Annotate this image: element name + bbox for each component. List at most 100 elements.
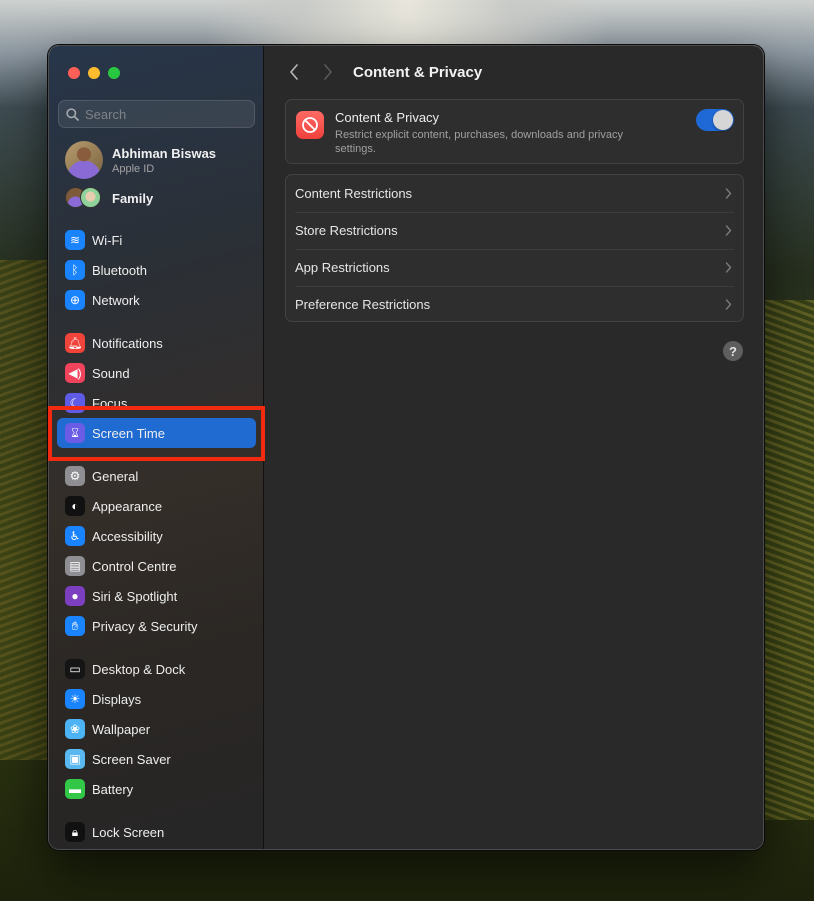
- sidebar-item-appearance[interactable]: ◐ Appearance: [57, 491, 256, 521]
- sidebar-item-label: Battery: [92, 781, 134, 797]
- sidebar-item-wi-fi[interactable]: ≋ Wi-Fi: [57, 225, 256, 255]
- chevron-right-icon: [324, 64, 332, 80]
- sidebar-item-screen-time[interactable]: ⌛︎ Screen Time: [57, 418, 256, 448]
- search-field[interactable]: [58, 100, 255, 128]
- sidebar-item-label: Focus: [92, 395, 128, 411]
- bluetooth-icon: ᛒ: [65, 260, 85, 280]
- sidebar-item-label: Screen Saver: [92, 751, 171, 767]
- gear-icon: ⚙: [65, 466, 85, 486]
- sidebar-item-label: Siri & Spotlight: [92, 588, 178, 604]
- accessibility-icon: ♿︎: [65, 526, 85, 546]
- toggle-knob: [713, 110, 733, 130]
- minimize-window-button[interactable]: [88, 67, 100, 79]
- row-label: Content Restrictions: [295, 186, 413, 201]
- bell-icon: 🔔︎: [65, 333, 85, 353]
- content-privacy-card: Content & Privacy Restrict explicit cont…: [285, 99, 744, 164]
- flower-icon: ❀: [65, 719, 85, 739]
- chevron-right-icon: [725, 225, 732, 236]
- row-label: App Restrictions: [295, 260, 390, 275]
- sidebar-item-label: Desktop & Dock: [92, 661, 186, 677]
- siri-icon: ●: [65, 586, 85, 606]
- sun-icon: ☀︎: [65, 689, 85, 709]
- sidebar-item-desktop-dock[interactable]: ▭ Desktop & Dock: [57, 654, 256, 684]
- main-pane: Content & Privacy Content & Privacy Rest…: [264, 46, 763, 849]
- sidebar-item-control-centre[interactable]: ▤ Control Centre: [57, 551, 256, 581]
- family-avatars: [65, 187, 103, 209]
- sidebar-item-accessibility[interactable]: ♿︎ Accessibility: [57, 521, 256, 551]
- sidebar-item-wallpaper[interactable]: ❀ Wallpaper: [57, 714, 256, 744]
- chevron-left-icon: [290, 64, 298, 80]
- restrictions-list: Content Restrictions Store Restrictions Ap…: [285, 174, 744, 322]
- sidebar-item-label: Privacy & Security: [92, 618, 198, 634]
- zoom-window-button[interactable]: [108, 67, 120, 79]
- sidebar-item-battery[interactable]: ▬ Battery: [57, 774, 256, 804]
- moon-icon: ☾: [65, 393, 85, 413]
- sidebar-item-label: Network: [92, 292, 140, 308]
- sidebar-item-notifications[interactable]: 🔔︎ Notifications: [57, 328, 256, 358]
- sidebar-item-label: Notifications: [92, 335, 163, 351]
- content-privacy-description: Restrict explicit content, purchases, do…: [335, 129, 623, 155]
- sidebar: Abhiman Biswas Apple ID Family ≋ Wi-Fi ᛒ Bl…: [49, 46, 264, 849]
- family-avatar: [80, 187, 101, 208]
- sidebar-item-label: Accessibility: [92, 528, 163, 544]
- sidebar-item-screen-saver[interactable]: ▣ Screen Saver: [57, 744, 256, 774]
- sidebar-item-displays[interactable]: ☀︎ Displays: [57, 684, 256, 714]
- screen-saver-icon: ▣: [65, 749, 85, 769]
- sidebar-item-privacy-security[interactable]: ✋︎ Privacy & Security: [57, 611, 256, 641]
- sidebar-item-label: Displays: [92, 691, 142, 707]
- row-label: Preference Restrictions: [295, 297, 431, 312]
- content-privacy-toggle[interactable]: [696, 109, 734, 131]
- help-button[interactable]: ?: [723, 341, 743, 361]
- appearance-icon: ◐: [65, 496, 85, 516]
- row-app-restrictions[interactable]: App Restrictions: [286, 249, 743, 286]
- sidebar-item-network[interactable]: ⊕ Network: [57, 285, 256, 315]
- family-item[interactable]: Family: [65, 187, 153, 209]
- page-title: Content & Privacy: [353, 64, 483, 81]
- close-window-button[interactable]: [68, 67, 80, 79]
- sidebar-item-sound[interactable]: ◀) Sound: [57, 358, 256, 388]
- search-icon: [66, 107, 79, 121]
- sidebar-item-label: Bluetooth: [92, 262, 147, 278]
- sidebar-item-label: Appearance: [92, 498, 163, 514]
- sidebar-item-focus[interactable]: ☾ Focus: [57, 388, 256, 418]
- row-content-restrictions[interactable]: Content Restrictions: [286, 175, 743, 212]
- system-settings-window: Abhiman Biswas Apple ID Family ≋ Wi-Fi ᛒ Bl…: [48, 45, 764, 850]
- sidebar-item-bluetooth[interactable]: ᛒ Bluetooth: [57, 255, 256, 285]
- speaker-icon: ◀): [65, 363, 85, 383]
- forward-button[interactable]: [318, 61, 338, 83]
- row-preference-restrictions[interactable]: Preference Restrictions: [286, 286, 743, 323]
- profile-name: Abhiman Biswas: [112, 145, 217, 161]
- sidebar-item-label: Sound: [92, 365, 130, 381]
- sidebar-item-siri-spotlight[interactable]: ● Siri & Spotlight: [57, 581, 256, 611]
- sidebar-item-label: Control Centre: [92, 558, 177, 574]
- chevron-right-icon: [725, 188, 732, 199]
- sidebar-item-label: Wi-Fi: [92, 232, 123, 248]
- hand-icon: ✋︎: [65, 616, 85, 636]
- row-store-restrictions[interactable]: Store Restrictions: [286, 212, 743, 249]
- avatar: [65, 141, 103, 179]
- wifi-icon: ≋: [65, 230, 85, 250]
- sidebar-item-label: Screen Time: [92, 425, 165, 441]
- sidebar-item-lock-screen[interactable]: 🔒︎ Lock Screen: [57, 817, 256, 847]
- globe-icon: ⊕: [65, 290, 85, 310]
- sidebar-item-label: Wallpaper: [92, 721, 151, 737]
- traffic-lights: [68, 67, 120, 79]
- dock-icon: ▭: [65, 659, 85, 679]
- row-label: Store Restrictions: [295, 223, 398, 238]
- battery-icon: ▬: [65, 779, 85, 799]
- search-input[interactable]: [85, 106, 245, 122]
- sidebar-item-label: General: [92, 468, 139, 484]
- profile-subtitle: Apple ID: [112, 162, 155, 175]
- apple-id-profile[interactable]: Abhiman Biswas Apple ID: [65, 141, 216, 179]
- wallpaper-right: [759, 300, 814, 820]
- lock-icon: 🔒︎: [65, 822, 85, 842]
- chevron-right-icon: [725, 299, 732, 310]
- control-centre-icon: ▤: [65, 556, 85, 576]
- content-privacy-title: Content & Privacy: [335, 110, 440, 125]
- back-button[interactable]: [284, 61, 304, 83]
- family-label: Family: [112, 190, 154, 206]
- restricted-icon: [296, 111, 324, 139]
- chevron-right-icon: [725, 262, 732, 273]
- sidebar-item-general[interactable]: ⚙ General: [57, 461, 256, 491]
- hourglass-icon: ⌛︎: [65, 423, 85, 443]
